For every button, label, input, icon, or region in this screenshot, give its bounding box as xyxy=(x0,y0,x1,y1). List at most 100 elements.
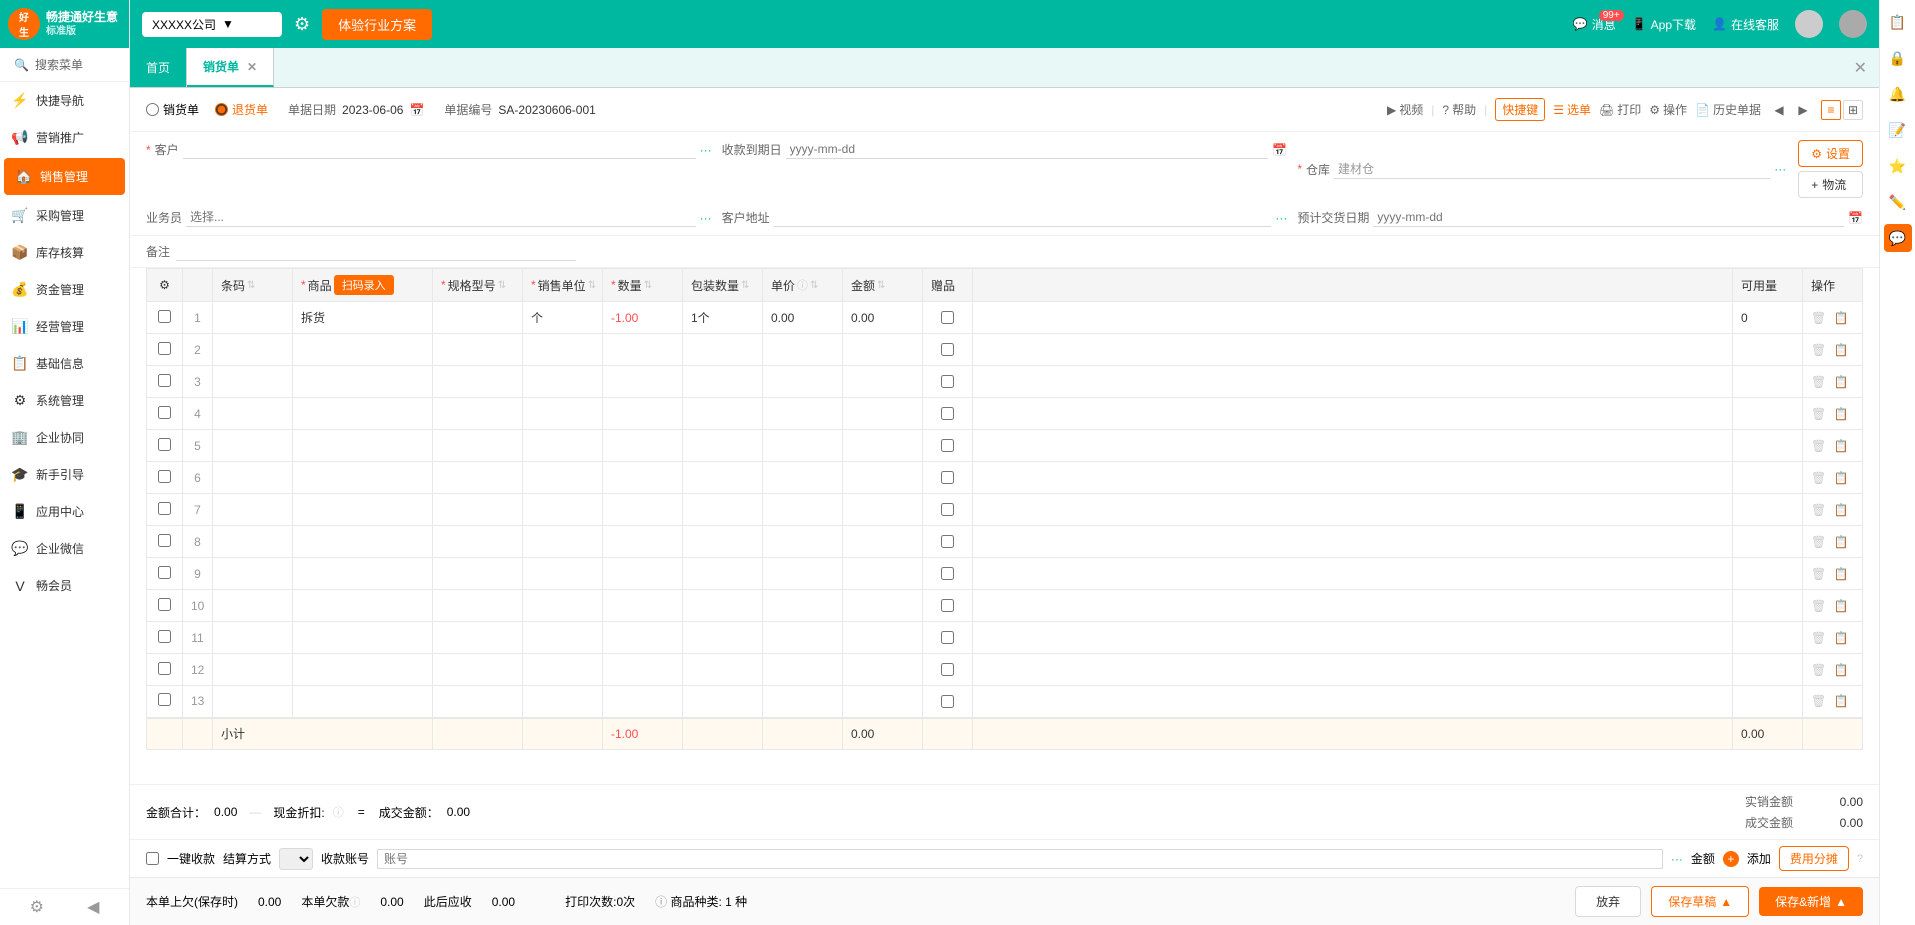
row-amount-cell[interactable] xyxy=(843,590,923,622)
sidebar-item-member[interactable]: V 畅会员 xyxy=(0,567,129,604)
row-price-cell[interactable] xyxy=(763,398,843,430)
sidebar-item-marketing[interactable]: 📢 营销推广 xyxy=(0,119,129,156)
right-panel-btn-orange[interactable]: 💬 xyxy=(1884,224,1912,252)
row-unit-cell[interactable] xyxy=(523,654,603,686)
row-checkbox[interactable] xyxy=(158,310,171,323)
logistics-btn[interactable]: + 物流 xyxy=(1798,171,1863,198)
row-price-cell[interactable] xyxy=(763,558,843,590)
row-spec-cell[interactable] xyxy=(433,654,523,686)
row-qty-cell[interactable] xyxy=(603,590,683,622)
sidebar-collapse-btn[interactable]: ◀ xyxy=(87,897,99,917)
row-amount-cell[interactable] xyxy=(843,430,923,462)
row-gift-cell[interactable] xyxy=(923,654,973,686)
row-barcode-cell[interactable] xyxy=(213,654,293,686)
row-gift-cell[interactable] xyxy=(923,366,973,398)
delete-row-btn[interactable]: 🗑 xyxy=(1811,375,1826,389)
account-input[interactable] xyxy=(377,849,1663,869)
sidebar-settings-btn[interactable]: ⚙ xyxy=(30,897,44,917)
row-barcode-cell[interactable] xyxy=(213,430,293,462)
row-remark-cell[interactable] xyxy=(973,622,1733,654)
discard-btn[interactable]: 放弃 xyxy=(1575,886,1641,917)
row-amount-cell[interactable] xyxy=(843,462,923,494)
app-download-btn[interactable]: 📱 App下载 xyxy=(1632,16,1696,33)
row-price-cell[interactable] xyxy=(763,654,843,686)
row-price-cell[interactable] xyxy=(763,334,843,366)
row-gift-cell[interactable] xyxy=(923,622,973,654)
row-gift-cell[interactable] xyxy=(923,494,973,526)
row-remark-cell[interactable] xyxy=(973,686,1733,718)
list-layout-btn[interactable]: ≡ xyxy=(1821,100,1841,120)
sidebar-item-purchase[interactable]: 🛒 采购管理 xyxy=(0,197,129,234)
customer-address-input[interactable] xyxy=(774,208,1272,227)
right-panel-btn-2[interactable]: 🔒 xyxy=(1884,44,1912,72)
row-product-cell[interactable] xyxy=(293,622,433,654)
salesperson-input[interactable] xyxy=(186,208,696,227)
row-pkgqty-cell[interactable] xyxy=(683,686,763,718)
tab-sales-order[interactable]: 销货单 ✕ xyxy=(187,48,274,87)
sidebar-item-operations[interactable]: 📊 经营管理 xyxy=(0,308,129,345)
right-panel-btn-3[interactable]: 🔔 xyxy=(1884,80,1912,108)
row-gift-cell[interactable] xyxy=(923,462,973,494)
sidebar-item-quicknav[interactable]: ⚡ 快捷导航 xyxy=(0,82,129,119)
delete-row-btn[interactable]: 🗑 xyxy=(1811,439,1826,453)
message-btn[interactable]: 💬 消息 99+ xyxy=(1573,16,1616,33)
row-product-cell[interactable] xyxy=(293,430,433,462)
delete-row-btn[interactable]: 🗑 xyxy=(1811,311,1826,325)
grid-layout-btn[interactable]: ⊞ xyxy=(1843,100,1863,120)
row-remark-cell[interactable] xyxy=(973,590,1733,622)
date-calendar-icon[interactable]: 📅 xyxy=(409,103,424,117)
row-pkgqty-cell[interactable]: 1个 xyxy=(683,302,763,334)
row-gift-cell[interactable] xyxy=(923,302,973,334)
row-gift-cell[interactable] xyxy=(923,430,973,462)
row-gift-cell[interactable] xyxy=(923,334,973,366)
row-spec-cell[interactable] xyxy=(433,462,523,494)
delete-row-btn[interactable]: 🗑 xyxy=(1811,694,1826,708)
row-unit-cell[interactable] xyxy=(523,590,603,622)
row-product-cell[interactable] xyxy=(293,590,433,622)
row-remark-cell[interactable] xyxy=(973,462,1733,494)
delete-row-btn[interactable]: 🗑 xyxy=(1811,535,1826,549)
row-amount-cell[interactable] xyxy=(843,526,923,558)
row-unit-cell[interactable] xyxy=(523,494,603,526)
row-spec-cell[interactable] xyxy=(433,494,523,526)
row-checkbox[interactable] xyxy=(158,662,171,675)
customer-address-dots-btn[interactable]: ··· xyxy=(1275,211,1287,225)
row-checkbox[interactable] xyxy=(158,406,171,419)
shortcut-btn[interactable]: 快捷键 xyxy=(1495,98,1545,121)
row-checkbox[interactable] xyxy=(158,566,171,579)
row-product-cell[interactable] xyxy=(293,558,433,590)
company-selector[interactable]: XXXXX公司 ▼ xyxy=(142,12,282,37)
right-panel-btn-1[interactable]: 📋 xyxy=(1884,8,1912,36)
row-spec-cell[interactable] xyxy=(433,686,523,718)
save-new-btn[interactable]: 保存&新增 ▲ xyxy=(1759,887,1863,916)
row-remark-cell[interactable] xyxy=(973,366,1733,398)
sidebar-item-wechat[interactable]: 💬 企业微信 xyxy=(0,530,129,567)
row-gift-cell[interactable] xyxy=(923,558,973,590)
row-barcode-cell[interactable] xyxy=(213,558,293,590)
row-barcode-cell[interactable] xyxy=(213,622,293,654)
row-unit-cell[interactable] xyxy=(523,398,603,430)
row-barcode-cell[interactable] xyxy=(213,398,293,430)
delete-row-btn[interactable]: 🗑 xyxy=(1811,631,1826,645)
row-price-cell[interactable] xyxy=(763,494,843,526)
row-qty-cell[interactable] xyxy=(603,526,683,558)
sidebar-item-inventory[interactable]: 📦 库存核算 xyxy=(0,234,129,271)
row-amount-cell[interactable] xyxy=(843,622,923,654)
row-qty-cell[interactable] xyxy=(603,334,683,366)
row-product-cell[interactable] xyxy=(293,654,433,686)
row-qty-cell[interactable] xyxy=(603,366,683,398)
help-btn[interactable]: ? 帮助 xyxy=(1442,101,1476,118)
row-checkbox[interactable] xyxy=(158,693,171,706)
row-pkgqty-cell[interactable] xyxy=(683,622,763,654)
sidebar-item-appcenter[interactable]: 📱 应用中心 xyxy=(0,493,129,530)
row-qty-cell[interactable] xyxy=(603,430,683,462)
row-unit-cell[interactable] xyxy=(523,558,603,590)
row-spec-cell[interactable] xyxy=(433,334,523,366)
row-checkbox[interactable] xyxy=(158,374,171,387)
copy-row-btn[interactable]: 📋 xyxy=(1834,535,1849,549)
payment-date-calendar-icon[interactable]: 📅 xyxy=(1272,143,1287,157)
warehouse-dots-btn[interactable]: ··· xyxy=(1774,162,1786,176)
row-unit-cell[interactable] xyxy=(523,430,603,462)
delete-row-btn[interactable]: 🗑 xyxy=(1811,663,1826,677)
row-product-cell[interactable] xyxy=(293,366,433,398)
